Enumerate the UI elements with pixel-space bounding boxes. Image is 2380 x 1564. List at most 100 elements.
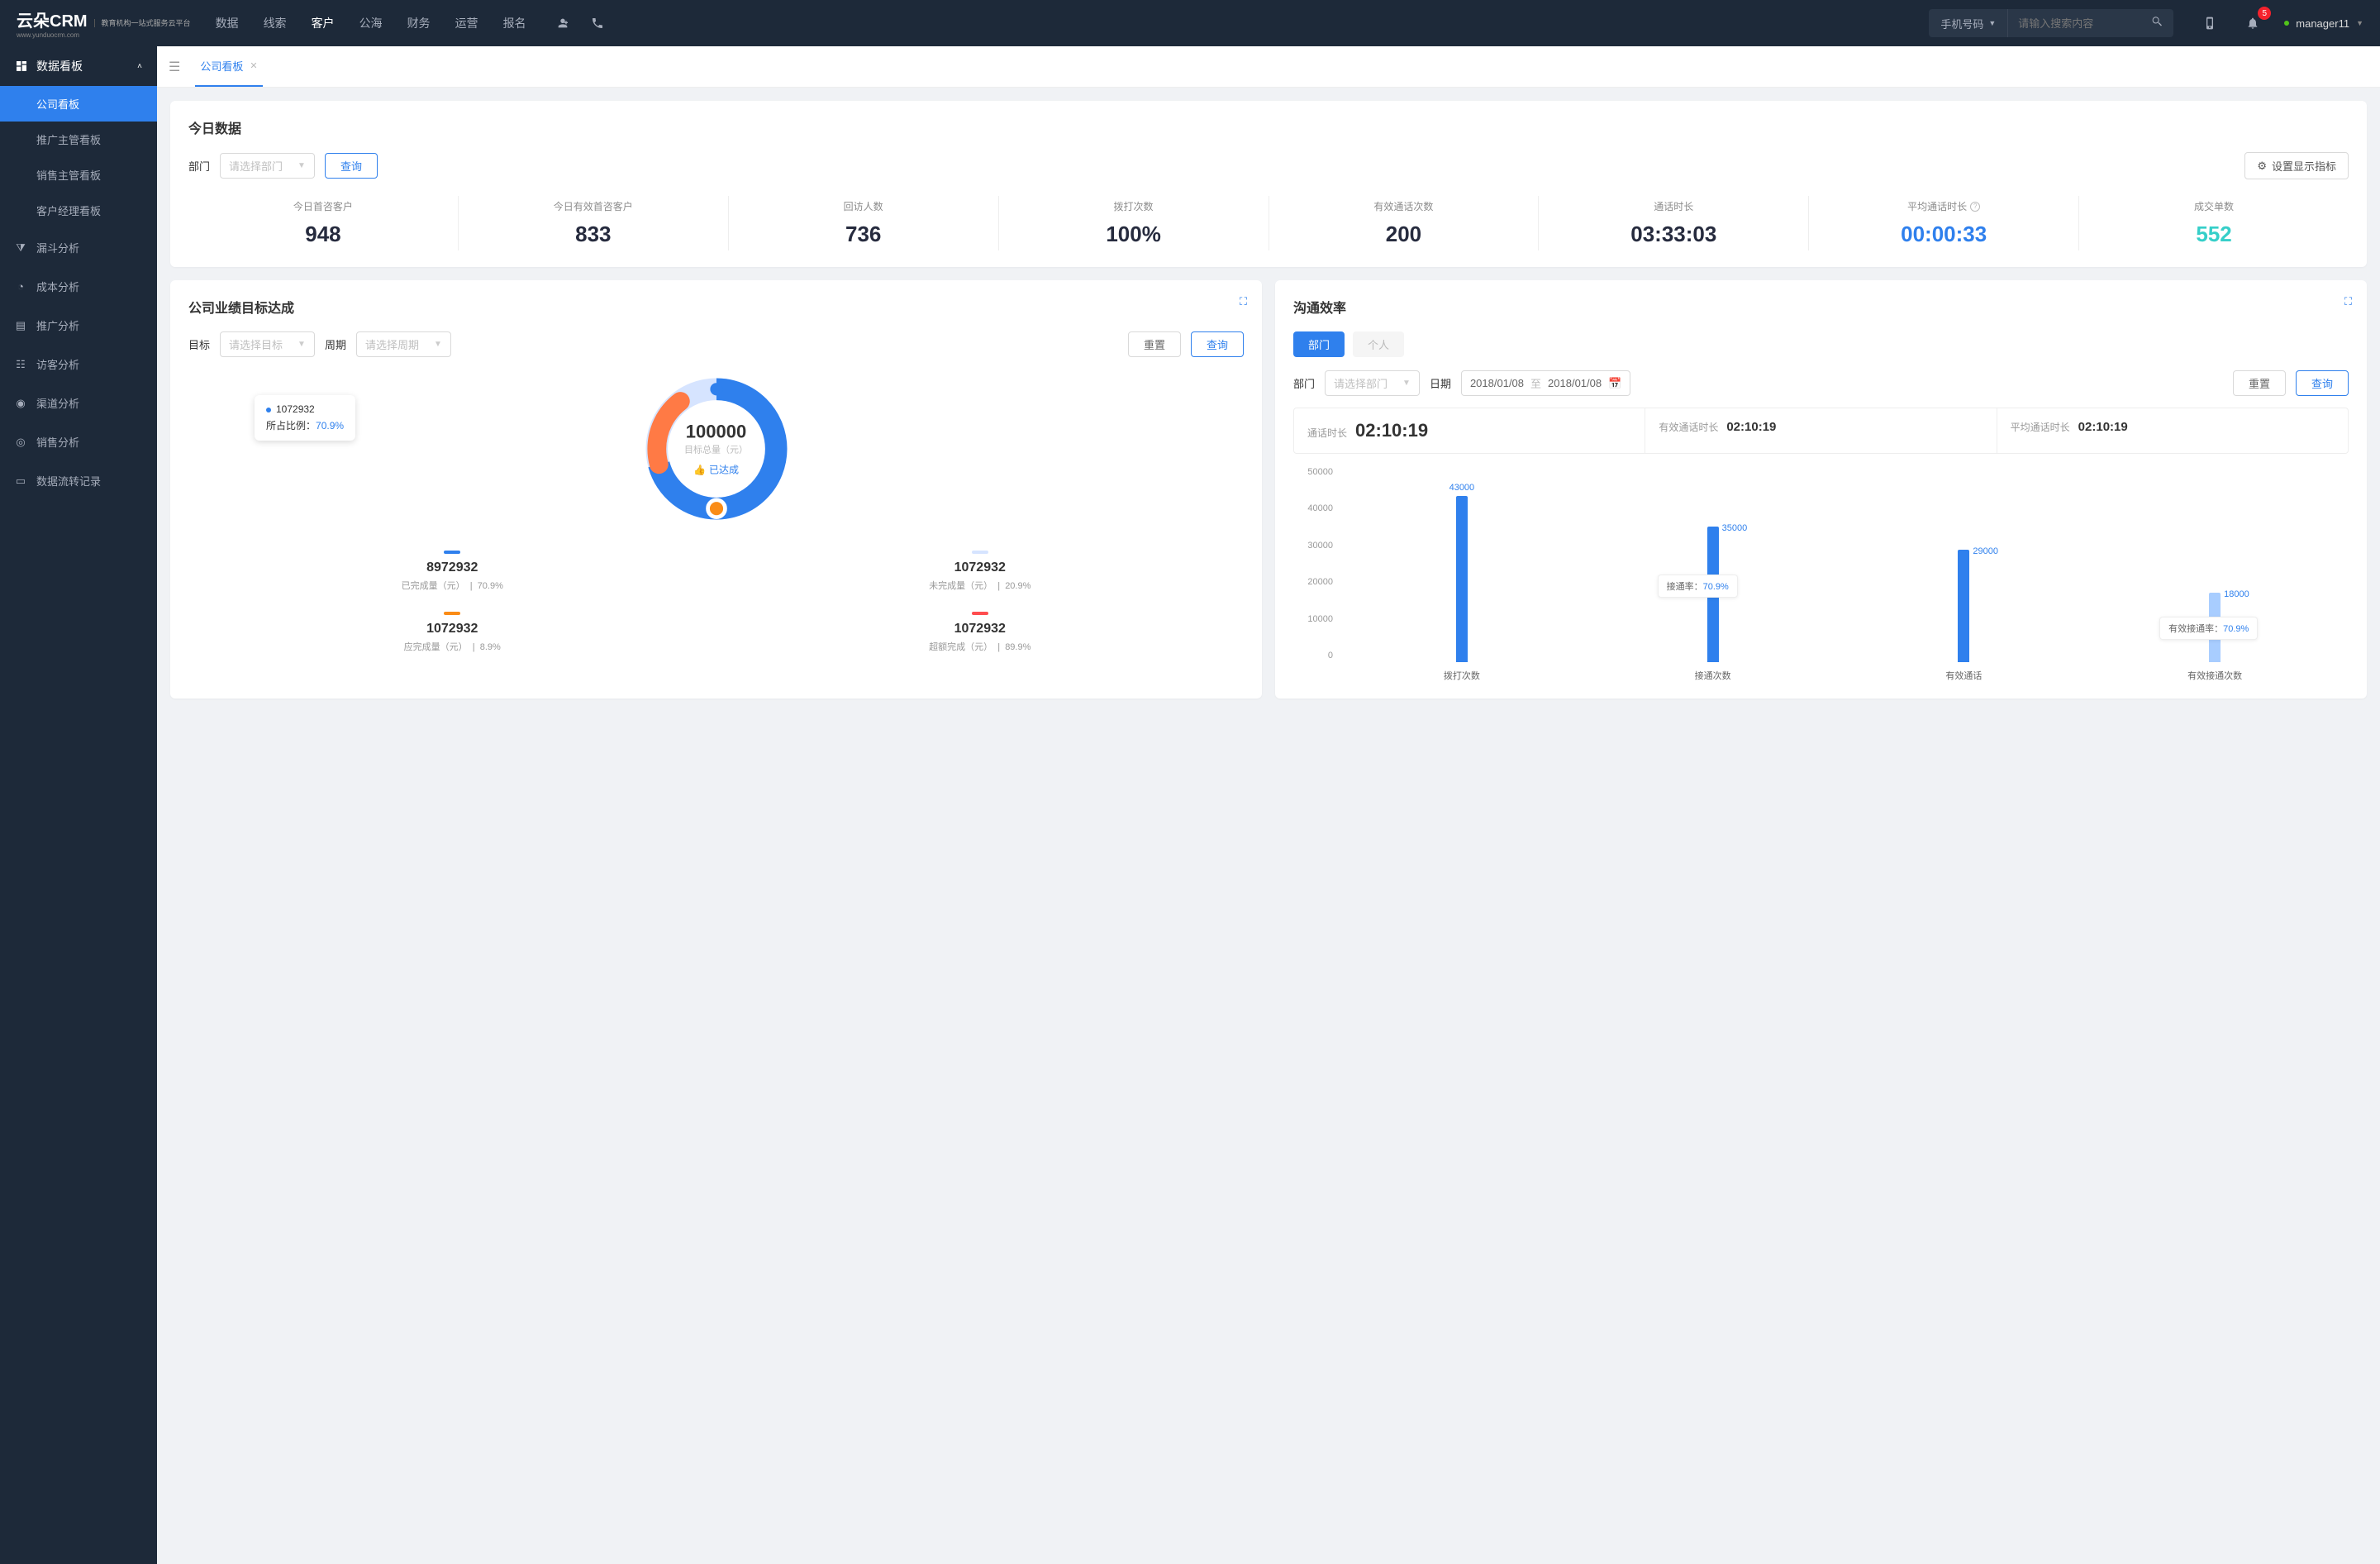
kpi: 拨打次数 100% [999,196,1269,250]
header: 云朵CRM www.yunduocrm.com 教育机构一站式服务云平台 数据 线… [0,0,2380,46]
kpi-value: 03:33:03 [1542,222,1805,247]
nav-item[interactable]: 财务 [407,15,431,31]
sidebar-item[interactable]: ▭数据流转记录 [0,461,157,500]
info-icon[interactable]: ? [1970,202,1980,212]
date-range-input[interactable]: 2018/01/08 至 2018/01/08 📅 [1461,370,1630,396]
search-input[interactable] [2008,17,2140,30]
reset-button[interactable]: 重置 [1128,331,1181,357]
status-dot [2284,21,2289,26]
period-select[interactable]: 请选择周期▼ [356,331,451,357]
chevron-down-icon: ▼ [2356,19,2363,27]
sidebar-item[interactable]: ▤推广分析 [0,306,157,345]
search-box: 手机号码 ▼ [1929,9,2173,37]
target-card: ⛶ 公司业绩目标达成 目标 请选择目标▼ 周期 请选择周期▼ 重置 查询 [170,280,1262,699]
kpi-label: 有效通话次数 [1273,199,1535,213]
dept-select[interactable]: 请选择部门▼ [1325,370,1420,396]
sidebar-item[interactable]: ◔成本分析 [0,267,157,306]
today-card: 今日数据 部门 请选择部门 ▼ 查询 ⚙ 设置显示指标 今日首咨客户948今日有… [170,101,2367,267]
bar-chart: 50000400003000020000100000 43000拨打次数3500… [1293,467,2349,682]
tabs-bar: ☰ 公司看板 ✕ [157,46,2380,88]
kpi-value: 200 [1273,222,1535,247]
comm-card: ⛶ 沟通效率 部门个人 部门 请选择部门▼ 日期 2018/01/08 至 20… [1275,280,2367,699]
bell-icon[interactable]: 5 [2241,12,2264,35]
close-icon[interactable]: ✕ [250,60,257,71]
kpi-value: 833 [462,222,725,247]
kpi: 平均通话时长? 00:00:33 [1809,196,2079,250]
kpi-label: 通话时长 [1542,199,1805,213]
tab-company-dashboard[interactable]: 公司看板 ✕ [195,46,262,87]
nav-item[interactable]: 运营 [455,15,478,31]
page-title: 今日数据 [188,117,2349,137]
kpi-value: 736 [732,222,995,247]
sidebar-group-label: 数据看板 [36,58,83,74]
nav-item[interactable]: 公海 [359,15,383,31]
reset-button[interactable]: 重置 [2233,370,2286,396]
sidebar-item[interactable]: 推广主管看板 [0,122,157,157]
summary-item: 通话时长02:10:19 [1294,408,1645,453]
nav-item[interactable]: 报名 [503,15,526,31]
kpi-label: 拨打次数 [1002,199,1265,213]
chevron-up-icon: ˄ [137,62,142,71]
tooltip: 1072932 所占比例：70.9% [255,395,355,441]
search-icon[interactable] [2140,15,2173,32]
nav-item[interactable]: 线索 [264,15,287,31]
top-nav: 数据 线索 客户 公海 财务 运营 报名 [216,15,526,31]
kpi-value: 100% [1002,222,1265,247]
sidebar-item[interactable]: ⧩漏斗分析 [0,228,157,267]
sidebar-item[interactable]: ◉渠道分析 [0,384,157,422]
logo: 云朵CRM www.yunduocrm.com 教育机构一站式服务云平台 [17,7,191,39]
nav-item[interactable]: 客户 [312,15,335,31]
kpi-label: 平均通话时长? [1812,199,2075,213]
nav-item[interactable]: 数据 [216,15,239,31]
mobile-icon[interactable] [2198,12,2221,35]
period-label: 周期 [325,336,346,352]
kpi-label: 成交单数 [2082,199,2345,213]
stat: 8972932已完成量（元） | 70.9% [188,541,716,602]
query-button[interactable]: 查询 [325,153,378,179]
sidebar-item[interactable]: 销售主管看板 [0,157,157,193]
summary-item: 有效通话时长02:10:19 [1645,408,1997,453]
settings-button[interactable]: ⚙ 设置显示指标 [2244,152,2349,179]
stat: 1072932超额完成（元） | 89.9% [716,602,1245,663]
search-type-select[interactable]: 手机号码 ▼ [1929,9,2008,37]
expand-icon[interactable]: ⛶ [1240,295,1247,308]
sidebar-item[interactable]: 公司看板 [0,86,157,122]
kpi-label: 回访人数 [732,199,995,213]
kpi-value: 552 [2082,222,2345,247]
tab[interactable]: 个人 [1353,331,1404,357]
chevron-down-icon: ▼ [298,161,306,170]
dept-select[interactable]: 请选择部门 ▼ [220,153,315,179]
kpi-label: 今日有效首咨客户 [462,199,725,213]
sidebar-item[interactable]: 客户经理看板 [0,193,157,228]
user-name: manager11 [2296,17,2349,30]
search-type-label: 手机号码 [1940,16,1983,31]
menu-icon[interactable]: ☰ [169,59,180,75]
main: ☰ 公司看板 ✕ 今日数据 部门 请选择部门 ▼ 查询 ⚙ [157,46,2380,1564]
query-button[interactable]: 查询 [2296,370,2349,396]
sidebar-group-dashboard[interactable]: 数据看板 ˄ [0,46,157,86]
sidebar-item[interactable]: ◎销售分析 [0,422,157,461]
donut-value: 100000 [684,422,748,443]
kpi-value: 00:00:33 [1812,222,2075,247]
phone-icon[interactable] [586,12,609,35]
bar-slot: 18000有效接通率：70.9%有效接通次数 [2089,467,2340,682]
tab[interactable]: 部门 [1293,331,1345,357]
add-user-icon[interactable] [551,12,574,35]
card-title: 沟通效率 [1293,297,2349,317]
tab-label: 公司看板 [200,58,243,74]
logo-tagline: 教育机构一站式服务云平台 [94,19,191,28]
stat: 1072932未完成量（元） | 20.9% [716,541,1245,602]
status-badge: 👍 已达成 [684,463,748,477]
bar-slot: 43000拨打次数 [1336,467,1587,682]
query-button[interactable]: 查询 [1191,331,1244,357]
goal-select[interactable]: 请选择目标▼ [220,331,315,357]
stat: 1072932应完成量（元） | 8.9% [188,602,716,663]
kpi: 通话时长 03:33:03 [1539,196,1809,250]
date-label: 日期 [1430,375,1451,391]
donut-sub: 目标总量（元） [684,443,748,456]
goal-label: 目标 [188,336,210,352]
user-menu[interactable]: manager11 ▼ [2284,17,2363,30]
sidebar-item[interactable]: ☷访客分析 [0,345,157,384]
thumbs-up-icon: 👍 [693,464,706,475]
expand-icon[interactable]: ⛶ [2344,295,2352,308]
